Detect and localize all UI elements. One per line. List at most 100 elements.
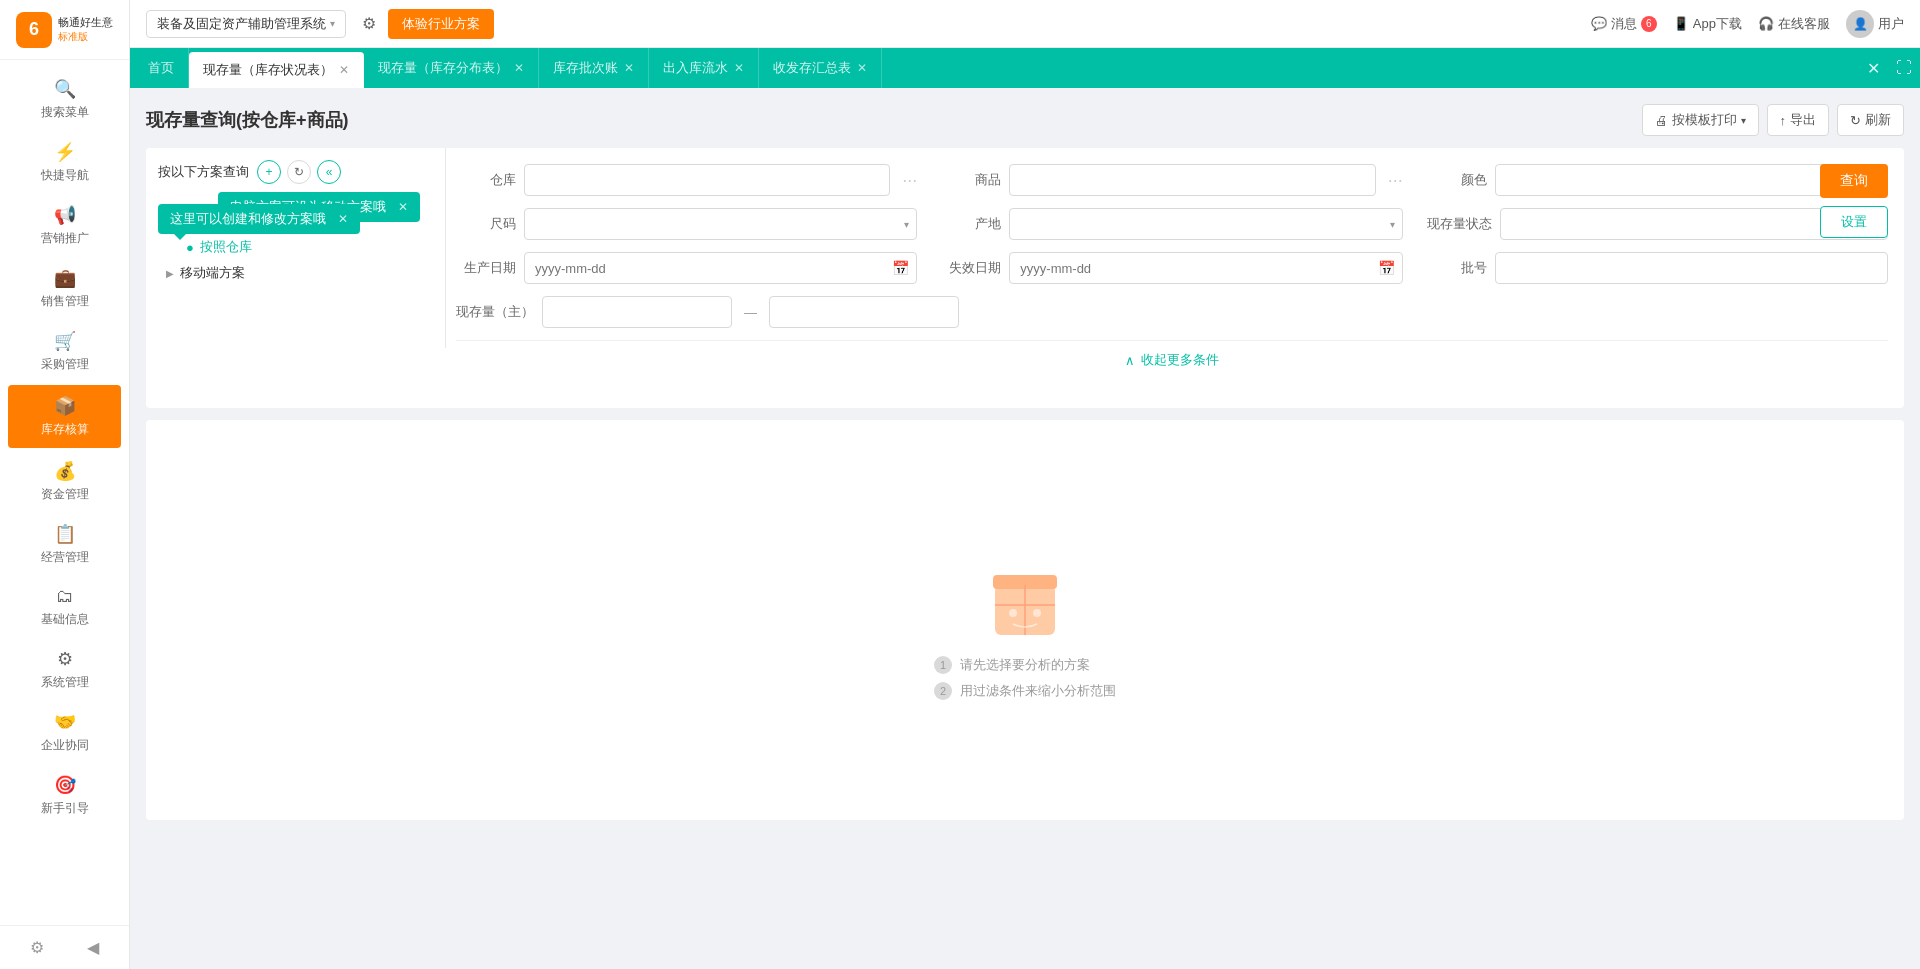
- tab-inout-flow[interactable]: 出入库流水 ✕: [649, 48, 759, 88]
- message-btn[interactable]: 💬 消息 6: [1591, 15, 1657, 33]
- tab-close-receive-summary[interactable]: ✕: [857, 61, 867, 75]
- empty-hint-2: 2 用过滤条件来缩小分析范围: [934, 682, 1116, 700]
- svg-point-5: [1033, 609, 1041, 617]
- logo-icon: 6: [16, 12, 52, 48]
- sidebar-item-basic[interactable]: 🗂 基础信息: [0, 576, 129, 638]
- prod-date-start-input[interactable]: [524, 252, 917, 284]
- sidebar-item-guide[interactable]: 🎯 新手引导: [0, 764, 129, 827]
- tab-close-inout-flow[interactable]: ✕: [734, 61, 744, 75]
- tab-home[interactable]: 首页: [134, 48, 189, 88]
- sidebar-item-inventory[interactable]: 📦 库存核算: [8, 385, 121, 448]
- message-badge: 6: [1641, 16, 1657, 32]
- chevron-down-icon: ▾: [1741, 115, 1746, 126]
- page-title: 现存量查询(按仓库+商品): [146, 108, 349, 132]
- tab-close-inventory-status[interactable]: ✕: [339, 63, 349, 77]
- refresh-scheme-btn[interactable]: ↻: [287, 160, 311, 184]
- guide-nav-icon: 🎯: [54, 774, 76, 796]
- size-select[interactable]: [524, 208, 917, 240]
- set-btn[interactable]: 设置: [1820, 206, 1888, 238]
- expire-date-start-wrap: 📅: [1009, 252, 1402, 284]
- refresh-btn[interactable]: ↻ 刷新: [1837, 104, 1904, 136]
- sidebar-nav: 🔍 搜索菜单 ⚡ 快捷导航 📢 营销推广 💼 销售管理 🛒 采购管理 📦 库存核…: [0, 60, 129, 925]
- tab-inventory-status[interactable]: 现存量（库存状况表） ✕: [189, 52, 364, 88]
- headset-icon: 🎧: [1758, 16, 1774, 31]
- app-download-btn[interactable]: 📱 App下载: [1673, 15, 1742, 33]
- goods-more-btn[interactable]: ···: [1388, 170, 1403, 191]
- filter-row-expire-date: 失效日期 📅: [941, 252, 1402, 284]
- sidebar-item-purchase[interactable]: 🛒 采购管理: [0, 320, 129, 383]
- filter-row-warehouse: 仓库 ···: [456, 164, 917, 196]
- main-content: 现存量查询(按仓库+商品) 🖨 按模板打印 ▾ ↑ 导出 ↻ 刷新 按以下方案查…: [130, 88, 1920, 969]
- sidebar-item-operation[interactable]: 📋 经营管理: [0, 513, 129, 576]
- scheme-desktop-item-1[interactable]: ● 按照仓库: [178, 234, 433, 260]
- filter-row-goods: 商品 ···: [941, 164, 1402, 196]
- online-support-btn[interactable]: 🎧 在线客服: [1758, 15, 1830, 33]
- tab-batch-account[interactable]: 库存批次账 ✕: [539, 48, 649, 88]
- header-right: 💬 消息 6 📱 App下载 🎧 在线客服 👤 用户: [1591, 10, 1904, 38]
- gear-btn[interactable]: ⚙: [362, 14, 376, 33]
- logo-area: 6 畅通好生意 标准版: [0, 0, 129, 60]
- tab-close-batch-account[interactable]: ✕: [624, 61, 634, 75]
- quick-nav-icon: ⚡: [54, 141, 76, 163]
- enterprise-nav-icon: 🤝: [54, 711, 76, 733]
- sidebar: 6 畅通好生意 标准版 🔍 搜索菜单 ⚡ 快捷导航 📢 营销推广 💼 销售管理 …: [0, 0, 130, 969]
- marketing-nav-icon: 📢: [54, 204, 76, 226]
- origin-select[interactable]: [1009, 208, 1402, 240]
- scheme-panel: 按以下方案查询 + ↻ « 电脑方案可设为移动方案哦 ✕ 这里可以创建和修改方案…: [146, 148, 446, 348]
- industry-btn[interactable]: 体验行业方案: [388, 9, 494, 39]
- sidebar-item-marketing[interactable]: 📢 营销推广: [0, 194, 129, 257]
- tab-expand-icon[interactable]: ⛶: [1892, 55, 1916, 81]
- scheme-tooltip-close[interactable]: ✕: [398, 200, 408, 214]
- sidebar-collapse-btn[interactable]: ◀: [87, 938, 99, 957]
- goods-input[interactable]: [1009, 164, 1375, 196]
- tab-inventory-dist[interactable]: 现存量（库存分布表） ✕: [364, 48, 539, 88]
- top-header: 装备及固定资产辅助管理系统 ▾ ⚙ 体验行业方案 💬 消息 6 📱 App下载 …: [130, 0, 1920, 48]
- warehouse-input[interactable]: [524, 164, 890, 196]
- operation-nav-icon: 📋: [54, 523, 76, 545]
- back-scheme-btn[interactable]: «: [317, 160, 341, 184]
- tab-receive-summary[interactable]: 收发存汇总表 ✕: [759, 48, 882, 88]
- stock-main-from-input[interactable]: [542, 296, 732, 328]
- system-selector[interactable]: 装备及固定资产辅助管理系统 ▾: [146, 10, 346, 38]
- tab-bar: 首页 现存量（库存状况表） ✕ 现存量（库存分布表） ✕ 库存批次账 ✕ 出入库…: [130, 48, 1920, 88]
- phone-icon: 📱: [1673, 16, 1689, 31]
- data-area: 1 请先选择要分析的方案 2 用过滤条件来缩小分析范围: [146, 420, 1904, 820]
- tab-close-inventory-dist[interactable]: ✕: [514, 61, 524, 75]
- filter-row-color: 颜色 ▾: [1427, 164, 1888, 196]
- filter-row-stock-status: 现存量状态 ▾: [1427, 208, 1888, 240]
- size-select-wrap: ▾: [524, 208, 917, 240]
- export-btn[interactable]: ↑ 导出: [1767, 104, 1830, 136]
- search-btn[interactable]: 查询: [1820, 164, 1888, 198]
- empty-illustration: [965, 540, 1085, 640]
- page-actions: 🖨 按模板打印 ▾ ↑ 导出 ↻ 刷新: [1642, 104, 1905, 136]
- sidebar-item-enterprise[interactable]: 🤝 企业协同: [0, 701, 129, 764]
- sidebar-settings-btn[interactable]: ⚙: [30, 938, 44, 957]
- batch-input[interactable]: [1495, 252, 1888, 284]
- tab-bar-end: ✕ ⛶: [1863, 55, 1916, 82]
- sidebar-item-sales[interactable]: 💼 销售管理: [0, 257, 129, 320]
- scheme-mobile-group[interactable]: ▶ 移动端方案: [158, 260, 433, 286]
- expire-date-start-input[interactable]: [1009, 252, 1402, 284]
- selected-scheme-icon: ●: [186, 240, 194, 255]
- sidebar-item-finance[interactable]: 💰 资金管理: [0, 450, 129, 513]
- inventory-nav-icon: 📦: [54, 395, 76, 417]
- refresh-icon: ↻: [1850, 113, 1861, 128]
- sidebar-item-system[interactable]: ⚙ 系统管理: [0, 638, 129, 701]
- user-menu-btn[interactable]: 👤 用户: [1846, 10, 1904, 38]
- logo-text: 畅通好生意 标准版: [58, 15, 113, 44]
- tab-close-all-icon[interactable]: ✕: [1863, 55, 1884, 82]
- sidebar-item-quick[interactable]: ⚡ 快捷导航: [0, 131, 129, 194]
- scheme-edit-tooltip-close[interactable]: ✕: [338, 212, 348, 226]
- stock-main-to-input[interactable]: [769, 296, 959, 328]
- scheme-edit-tooltip: 这里可以创建和修改方案哦 ✕: [158, 204, 360, 234]
- warehouse-more-btn[interactable]: ···: [902, 170, 917, 191]
- collapse-bar[interactable]: ∧ 收起更多条件: [456, 340, 1888, 373]
- user-avatar: 👤: [1846, 10, 1874, 38]
- sidebar-item-search[interactable]: 🔍 搜索菜单: [0, 68, 129, 131]
- filter-header: 按以下方案查询 + ↻ «: [158, 160, 433, 184]
- page-header: 现存量查询(按仓库+商品) 🖨 按模板打印 ▾ ↑ 导出 ↻ 刷新: [146, 104, 1904, 136]
- filter-fields: 仓库 ··· 商品 ··· 颜色 ▾: [456, 164, 1888, 373]
- add-scheme-btn[interactable]: +: [257, 160, 281, 184]
- origin-select-wrap: ▾: [1009, 208, 1402, 240]
- print-btn[interactable]: 🖨 按模板打印 ▾: [1642, 104, 1759, 136]
